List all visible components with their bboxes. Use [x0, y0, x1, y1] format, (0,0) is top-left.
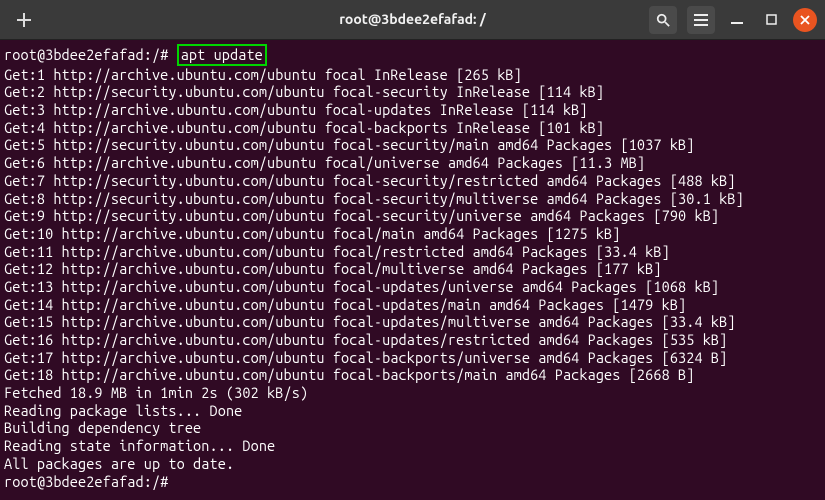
prompt-line-2: root@3bdee2efafad:/#: [4, 473, 177, 490]
terminal-output-line: Get:11 http://archive.ubuntu.com/ubuntu …: [4, 243, 821, 261]
terminal-output-line: Get:3 http://archive.ubuntu.com/ubuntu f…: [4, 101, 821, 119]
prompt2-user-host: root@3bdee2efafad: [4, 473, 144, 490]
hamburger-icon: [694, 14, 708, 26]
maximize-icon: [766, 14, 777, 25]
terminal-output-line: Get:13 http://archive.ubuntu.com/ubuntu …: [4, 278, 821, 296]
terminal-viewport[interactable]: root@3bdee2efafad:/# apt update Get:1 ht…: [0, 40, 825, 494]
terminal-output: Get:1 http://archive.ubuntu.com/ubuntu f…: [4, 66, 821, 473]
maximize-button[interactable]: [759, 8, 783, 32]
terminal-output-line: Get:17 http://archive.ubuntu.com/ubuntu …: [4, 349, 821, 367]
terminal-output-line: Get:12 http://archive.ubuntu.com/ubuntu …: [4, 260, 821, 278]
terminal-output-line: Building dependency tree: [4, 419, 821, 437]
prompt2-sep: #: [160, 473, 168, 490]
terminal-output-line: Get:18 http://archive.ubuntu.com/ubuntu …: [4, 366, 821, 384]
menu-button[interactable]: [687, 6, 715, 34]
prompt-sep: #: [160, 46, 168, 63]
terminal-output-line: Get:16 http://archive.ubuntu.com/ubuntu …: [4, 331, 821, 349]
prompt-user-host: root@3bdee2efafad: [4, 46, 144, 63]
terminal-output-line: Get:2 http://security.ubuntu.com/ubuntu …: [4, 83, 821, 101]
minimize-button[interactable]: [725, 8, 749, 32]
titlebar-left: [8, 6, 40, 34]
terminal-output-line: Get:6 http://archive.ubuntu.com/ubuntu f…: [4, 154, 821, 172]
close-icon: [800, 15, 810, 25]
window-title: root@3bdee2efafad: /: [339, 11, 485, 28]
plus-icon: [17, 13, 31, 27]
terminal-output-line: Get:8 http://security.ubuntu.com/ubuntu …: [4, 190, 821, 208]
prompt-line: root@3bdee2efafad:/#: [4, 46, 177, 63]
terminal-output-line: Get:4 http://archive.ubuntu.com/ubuntu f…: [4, 119, 821, 137]
prompt-path: /: [152, 46, 160, 63]
terminal-output-line: Get:1 http://archive.ubuntu.com/ubuntu f…: [4, 66, 821, 84]
terminal-output-line: Get:7 http://security.ubuntu.com/ubuntu …: [4, 172, 821, 190]
close-button[interactable]: [793, 8, 817, 32]
terminal-output-line: Get:5 http://security.ubuntu.com/ubuntu …: [4, 136, 821, 154]
terminal-output-line: Reading package lists... Done: [4, 402, 821, 420]
terminal-output-line: Get:9 http://security.ubuntu.com/ubuntu …: [4, 207, 821, 225]
terminal-output-line: Get:15 http://archive.ubuntu.com/ubuntu …: [4, 313, 821, 331]
terminal-output-line: Get:10 http://archive.ubuntu.com/ubuntu …: [4, 225, 821, 243]
terminal-output-line: Fetched 18.9 MB in 1min 2s (302 kB/s): [4, 384, 821, 402]
new-tab-button[interactable]: [8, 6, 40, 34]
search-button[interactable]: [649, 6, 677, 34]
terminal-output-line: Reading state information... Done: [4, 437, 821, 455]
prompt2-path: /: [152, 473, 160, 490]
highlighted-command: apt update: [177, 44, 267, 66]
minimize-icon: [731, 14, 743, 26]
terminal-output-line: Get:14 http://archive.ubuntu.com/ubuntu …: [4, 296, 821, 314]
titlebar: root@3bdee2efafad: /: [0, 0, 825, 40]
titlebar-right: [649, 6, 817, 34]
terminal-output-line: All packages are up to date.: [4, 455, 821, 473]
search-icon: [656, 13, 670, 27]
